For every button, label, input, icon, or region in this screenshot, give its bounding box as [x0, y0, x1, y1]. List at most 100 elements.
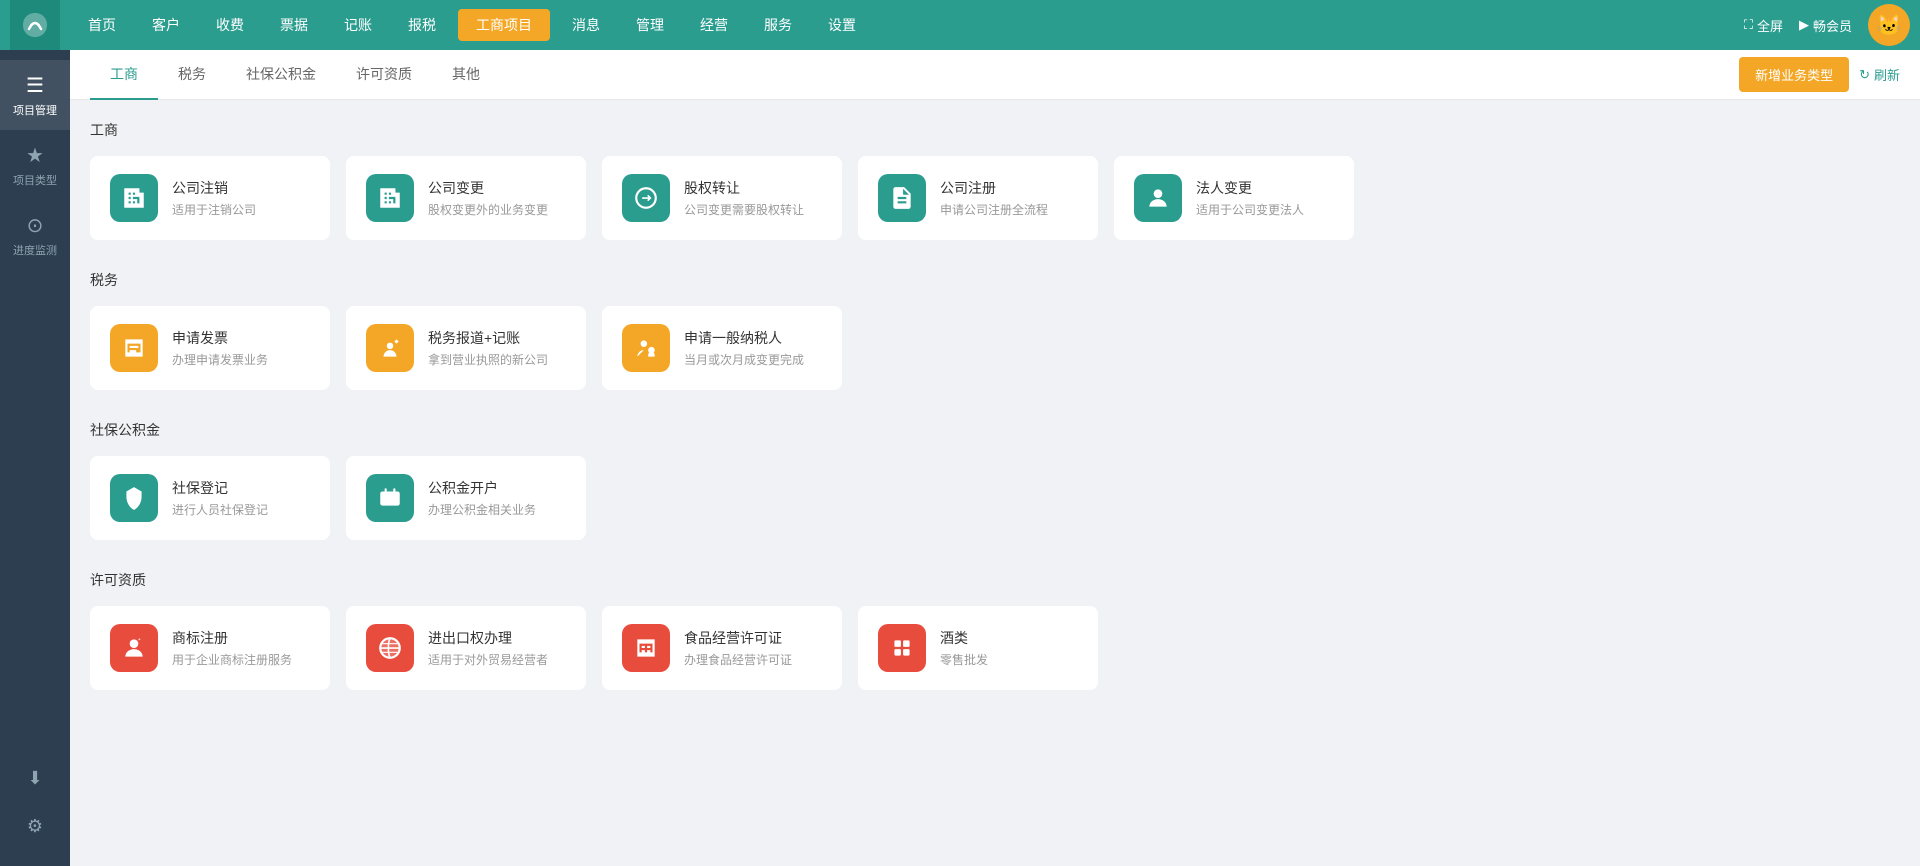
nav-item-manage[interactable]: 管理: [618, 0, 682, 50]
card-icon-food-license: [622, 624, 670, 672]
card-title-legal-change: 法人变更: [1196, 178, 1304, 198]
scroll-content[interactable]: 工商 公司注销 适用于注销公司 公司变更: [70, 100, 1920, 866]
sidebar-label-project-type: 项目类型: [13, 172, 57, 188]
cards-grid-xuke: 商标注册 用于企业商标注册服务 进出口权办理 适用于对外贸易经营者: [90, 606, 1900, 690]
card-info-company-register: 公司注册 申请公司注册全流程: [940, 178, 1048, 219]
tab-xuke[interactable]: 许可资质: [336, 50, 432, 100]
card-title-trademark: 商标注册: [172, 628, 292, 648]
mascot-avatar[interactable]: 🐱: [1868, 4, 1910, 46]
sidebar-item-progress-monitor[interactable]: ⊙ 进度监测: [0, 200, 70, 270]
card-desc-company-cancel: 适用于注销公司: [172, 202, 256, 219]
main-layout: ☰ 项目管理 ★ 项目类型 ⊙ 进度监测 ⬇ ⚙ 工商 税务 社保公积金: [0, 50, 1920, 866]
card-info-provident-fund: 公积金开户 办理公积金相关业务: [428, 478, 536, 519]
card-info-social-insurance: 社保登记 进行人员社保登记: [172, 478, 268, 519]
tab-actions: 新增业务类型 ↻ 刷新: [1739, 57, 1900, 92]
fullscreen-icon: ⛶: [1744, 17, 1753, 33]
card-provident-fund[interactable]: 公积金开户 办理公积金相关业务: [346, 456, 586, 540]
section-title-gongshang: 工商: [90, 120, 1900, 140]
card-title-invoice-apply: 申请发票: [172, 328, 268, 348]
card-info-general-taxpayer: 申请一般纳税人 当月或次月成变更完成: [684, 328, 804, 369]
tab-gongshang[interactable]: 工商: [90, 50, 158, 100]
section-title-shuiwu: 税务: [90, 270, 1900, 290]
card-title-provident-fund: 公积金开户: [428, 478, 536, 498]
card-general-taxpayer[interactable]: 申请一般纳税人 当月或次月成变更完成: [602, 306, 842, 390]
card-icon-company-cancel: [110, 174, 158, 222]
nav-item-bookkeeping[interactable]: 记账: [326, 0, 390, 50]
refresh-button[interactable]: ↻ 刷新: [1859, 65, 1900, 84]
card-desc-provident-fund: 办理公积金相关业务: [428, 502, 536, 519]
nav-item-operation[interactable]: 经营: [682, 0, 746, 50]
cards-grid-shuiwu: 申请发票 办理申请发票业务 税务报道+记账 拿到营业执照的新公司: [90, 306, 1900, 390]
nav-item-service[interactable]: 服务: [746, 0, 810, 50]
member-button[interactable]: ▶ 畅会员: [1799, 16, 1852, 35]
nav-item-settings[interactable]: 设置: [810, 0, 874, 50]
member-label: 畅会员: [1813, 16, 1852, 35]
card-company-cancel[interactable]: 公司注销 适用于注销公司: [90, 156, 330, 240]
play-icon: ▶: [1799, 17, 1809, 33]
add-business-type-button[interactable]: 新增业务类型: [1739, 57, 1849, 92]
card-icon-invoice-apply: [110, 324, 158, 372]
card-equity-transfer[interactable]: 股权转让 公司变更需要股权转让: [602, 156, 842, 240]
cards-grid-shebao: 社保登记 进行人员社保登记 公积金开户 办理公积金相关业务: [90, 456, 1900, 540]
sidebar-label-progress-monitor: 进度监测: [13, 242, 57, 258]
nav-item-tax[interactable]: 报税: [390, 0, 454, 50]
card-desc-legal-change: 适用于公司变更法人: [1196, 202, 1304, 219]
card-icon-alcohol: [878, 624, 926, 672]
section-title-shebao: 社保公积金: [90, 420, 1900, 440]
tab-shebao[interactable]: 社保公积金: [226, 50, 336, 100]
card-desc-alcohol: 零售批发: [940, 652, 988, 669]
fullscreen-button[interactable]: ⛶ 全屏: [1744, 16, 1783, 35]
card-info-alcohol: 酒类 零售批发: [940, 628, 988, 669]
card-icon-import-export: [366, 624, 414, 672]
card-info-import-export: 进出口权办理 适用于对外贸易经营者: [428, 628, 548, 669]
card-invoice-apply[interactable]: 申请发票 办理申请发票业务: [90, 306, 330, 390]
sidebar-download-button[interactable]: ⬇: [15, 758, 55, 798]
card-title-social-insurance: 社保登记: [172, 478, 268, 498]
card-alcohol[interactable]: 酒类 零售批发: [858, 606, 1098, 690]
card-icon-company-change: [366, 174, 414, 222]
card-title-import-export: 进出口权办理: [428, 628, 548, 648]
card-trademark[interactable]: 商标注册 用于企业商标注册服务: [90, 606, 330, 690]
card-icon-social-insurance: [110, 474, 158, 522]
card-desc-trademark: 用于企业商标注册服务: [172, 652, 292, 669]
tab-shuiwu[interactable]: 税务: [158, 50, 226, 100]
star-icon: ★: [26, 143, 44, 168]
app-logo: [10, 0, 60, 50]
card-food-license[interactable]: 食品经营许可证 办理食品经营许可证: [602, 606, 842, 690]
cards-grid-gongshang: 公司注销 适用于注销公司 公司变更 股权变更外的业务变更: [90, 156, 1900, 240]
sidebar-bottom: ⬇ ⚙: [15, 758, 55, 866]
nav-item-fee[interactable]: 收费: [198, 0, 262, 50]
card-icon-equity-transfer: [622, 174, 670, 222]
card-title-food-license: 食品经营许可证: [684, 628, 792, 648]
tab-other[interactable]: 其他: [432, 50, 500, 100]
nav-right-area: ⛶ 全屏 ▶ 畅会员 🐱: [1744, 4, 1910, 46]
content-area: 工商 税务 社保公积金 许可资质 其他 新增业务类型 ↻ 刷新 工商: [70, 50, 1920, 866]
sidebar-item-project-type[interactable]: ★ 项目类型: [0, 130, 70, 200]
card-legal-change[interactable]: 法人变更 适用于公司变更法人: [1114, 156, 1354, 240]
sidebar: ☰ 项目管理 ★ 项目类型 ⊙ 进度监测 ⬇ ⚙: [0, 50, 70, 866]
nav-item-business[interactable]: 工商项目: [458, 9, 550, 41]
monitor-icon: ⊙: [27, 213, 44, 238]
card-icon-trademark: [110, 624, 158, 672]
card-tax-report[interactable]: 税务报道+记账 拿到营业执照的新公司: [346, 306, 586, 390]
section-title-xuke: 许可资质: [90, 570, 1900, 590]
gear-icon: ⚙: [27, 816, 43, 837]
card-title-tax-report: 税务报道+记账: [428, 328, 548, 348]
card-title-general-taxpayer: 申请一般纳税人: [684, 328, 804, 348]
nav-item-message[interactable]: 消息: [554, 0, 618, 50]
nav-item-home[interactable]: 首页: [70, 0, 134, 50]
card-import-export[interactable]: 进出口权办理 适用于对外贸易经营者: [346, 606, 586, 690]
nav-item-client[interactable]: 客户: [134, 0, 198, 50]
card-title-equity-transfer: 股权转让: [684, 178, 804, 198]
card-social-insurance[interactable]: 社保登记 进行人员社保登记: [90, 456, 330, 540]
sidebar-settings-button[interactable]: ⚙: [15, 806, 55, 846]
nav-menu: 首页 客户 收费 票据 记账 报税 工商项目 消息 管理 经营 服务 设置: [70, 0, 1744, 50]
refresh-label: 刷新: [1874, 65, 1900, 84]
sidebar-item-project-management[interactable]: ☰ 项目管理: [0, 60, 70, 130]
card-company-change[interactable]: 公司变更 股权变更外的业务变更: [346, 156, 586, 240]
card-desc-food-license: 办理食品经营许可证: [684, 652, 792, 669]
download-icon: ⬇: [27, 768, 42, 789]
card-info-food-license: 食品经营许可证 办理食品经营许可证: [684, 628, 792, 669]
card-company-register[interactable]: 公司注册 申请公司注册全流程: [858, 156, 1098, 240]
nav-item-invoice[interactable]: 票据: [262, 0, 326, 50]
